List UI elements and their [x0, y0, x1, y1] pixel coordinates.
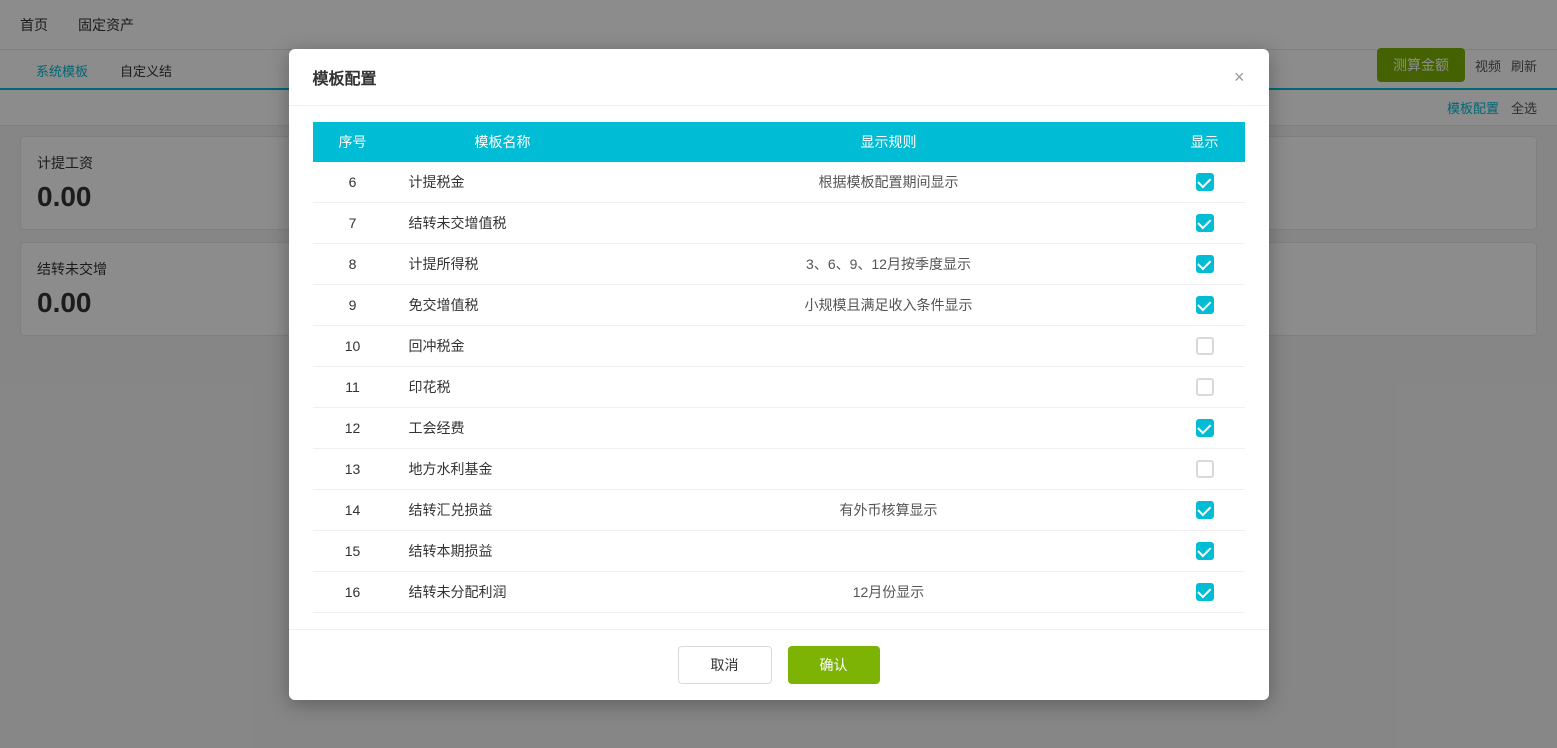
cell-name: 计提税金 — [393, 162, 613, 203]
checkbox-unchecked[interactable] — [1196, 460, 1214, 478]
cell-name: 回冲税金 — [393, 325, 613, 366]
checkbox-unchecked[interactable] — [1196, 378, 1214, 396]
cell-rule — [613, 448, 1165, 489]
cell-name: 结转未交增值税 — [393, 202, 613, 243]
cell-id: 14 — [313, 489, 393, 530]
cell-checkbox[interactable] — [1165, 284, 1245, 325]
config-table: 序号 模板名称 显示规则 显示 6计提税金根据模板配置期间显示7结转未交增值税8… — [313, 122, 1245, 613]
checkbox-checked[interactable] — [1196, 501, 1214, 519]
col-header-display: 显示 — [1165, 122, 1245, 162]
cell-id: 10 — [313, 325, 393, 366]
col-header-id: 序号 — [313, 122, 393, 162]
checkbox-unchecked[interactable] — [1196, 337, 1214, 355]
confirm-button[interactable]: 确认 — [788, 646, 880, 684]
checkbox-checked[interactable] — [1196, 419, 1214, 437]
table-header: 序号 模板名称 显示规则 显示 — [313, 122, 1245, 162]
cell-id: 12 — [313, 407, 393, 448]
cell-rule — [613, 530, 1165, 571]
cell-name: 计提所得税 — [393, 243, 613, 284]
checkbox-checked[interactable] — [1196, 296, 1214, 314]
cell-rule: 12月份显示 — [613, 571, 1165, 612]
table-row: 10回冲税金 — [313, 325, 1245, 366]
table-row: 8计提所得税3、6、9、12月按季度显示 — [313, 243, 1245, 284]
checkbox-checked[interactable] — [1196, 583, 1214, 601]
modal-footer: 取消 确认 — [289, 629, 1269, 700]
cell-checkbox[interactable] — [1165, 448, 1245, 489]
checkbox-checked[interactable] — [1196, 173, 1214, 191]
cell-checkbox[interactable] — [1165, 407, 1245, 448]
cell-rule — [613, 325, 1165, 366]
cell-name: 印花税 — [393, 366, 613, 407]
modal-overlay: 模板配置 × 序号 模板名称 显示规则 显示 6计提税金根据模板配置期间显示7结… — [0, 0, 1557, 748]
cell-id: 16 — [313, 571, 393, 612]
cell-id: 13 — [313, 448, 393, 489]
cell-rule — [613, 202, 1165, 243]
cell-name: 工会经费 — [393, 407, 613, 448]
cell-checkbox[interactable] — [1165, 202, 1245, 243]
cell-name: 免交增值税 — [393, 284, 613, 325]
cell-rule: 小规模且满足收入条件显示 — [613, 284, 1165, 325]
cell-rule: 有外币核算显示 — [613, 489, 1165, 530]
cell-checkbox[interactable] — [1165, 162, 1245, 203]
cell-name: 结转汇兑损益 — [393, 489, 613, 530]
cell-checkbox[interactable] — [1165, 571, 1245, 612]
table-body: 6计提税金根据模板配置期间显示7结转未交增值税8计提所得税3、6、9、12月按季… — [313, 162, 1245, 613]
table-row: 12工会经费 — [313, 407, 1245, 448]
table-row: 9免交增值税小规模且满足收入条件显示 — [313, 284, 1245, 325]
checkbox-checked[interactable] — [1196, 214, 1214, 232]
cell-rule — [613, 366, 1165, 407]
cell-checkbox[interactable] — [1165, 325, 1245, 366]
checkbox-checked[interactable] — [1196, 255, 1214, 273]
template-config-modal: 模板配置 × 序号 模板名称 显示规则 显示 6计提税金根据模板配置期间显示7结… — [289, 49, 1269, 700]
col-header-name: 模板名称 — [393, 122, 613, 162]
table-row: 6计提税金根据模板配置期间显示 — [313, 162, 1245, 203]
cell-id: 6 — [313, 162, 393, 203]
cell-name: 结转未分配利润 — [393, 571, 613, 612]
cell-id: 11 — [313, 366, 393, 407]
table-row: 14结转汇兑损益有外币核算显示 — [313, 489, 1245, 530]
cell-name: 地方水利基金 — [393, 448, 613, 489]
cell-checkbox[interactable] — [1165, 243, 1245, 284]
cancel-button[interactable]: 取消 — [678, 646, 772, 684]
table-row: 7结转未交增值税 — [313, 202, 1245, 243]
cell-rule: 3、6、9、12月按季度显示 — [613, 243, 1165, 284]
cell-checkbox[interactable] — [1165, 530, 1245, 571]
cell-checkbox[interactable] — [1165, 366, 1245, 407]
modal-header: 模板配置 × — [289, 49, 1269, 106]
table-row: 13地方水利基金 — [313, 448, 1245, 489]
cell-id: 8 — [313, 243, 393, 284]
cell-checkbox[interactable] — [1165, 489, 1245, 530]
table-row: 11印花税 — [313, 366, 1245, 407]
cell-rule — [613, 407, 1165, 448]
table-wrapper[interactable]: 序号 模板名称 显示规则 显示 6计提税金根据模板配置期间显示7结转未交增值税8… — [313, 122, 1245, 613]
table-row: 15结转本期损益 — [313, 530, 1245, 571]
cell-rule: 根据模板配置期间显示 — [613, 162, 1165, 203]
modal-title: 模板配置 — [313, 65, 377, 89]
cell-id: 9 — [313, 284, 393, 325]
cell-name: 结转本期损益 — [393, 530, 613, 571]
cell-id: 7 — [313, 202, 393, 243]
cell-id: 15 — [313, 530, 393, 571]
checkbox-checked[interactable] — [1196, 542, 1214, 560]
modal-close-button[interactable]: × — [1234, 68, 1245, 86]
table-row: 16结转未分配利润12月份显示 — [313, 571, 1245, 612]
modal-body: 序号 模板名称 显示规则 显示 6计提税金根据模板配置期间显示7结转未交增值税8… — [289, 106, 1269, 629]
col-header-rule: 显示规则 — [613, 122, 1165, 162]
